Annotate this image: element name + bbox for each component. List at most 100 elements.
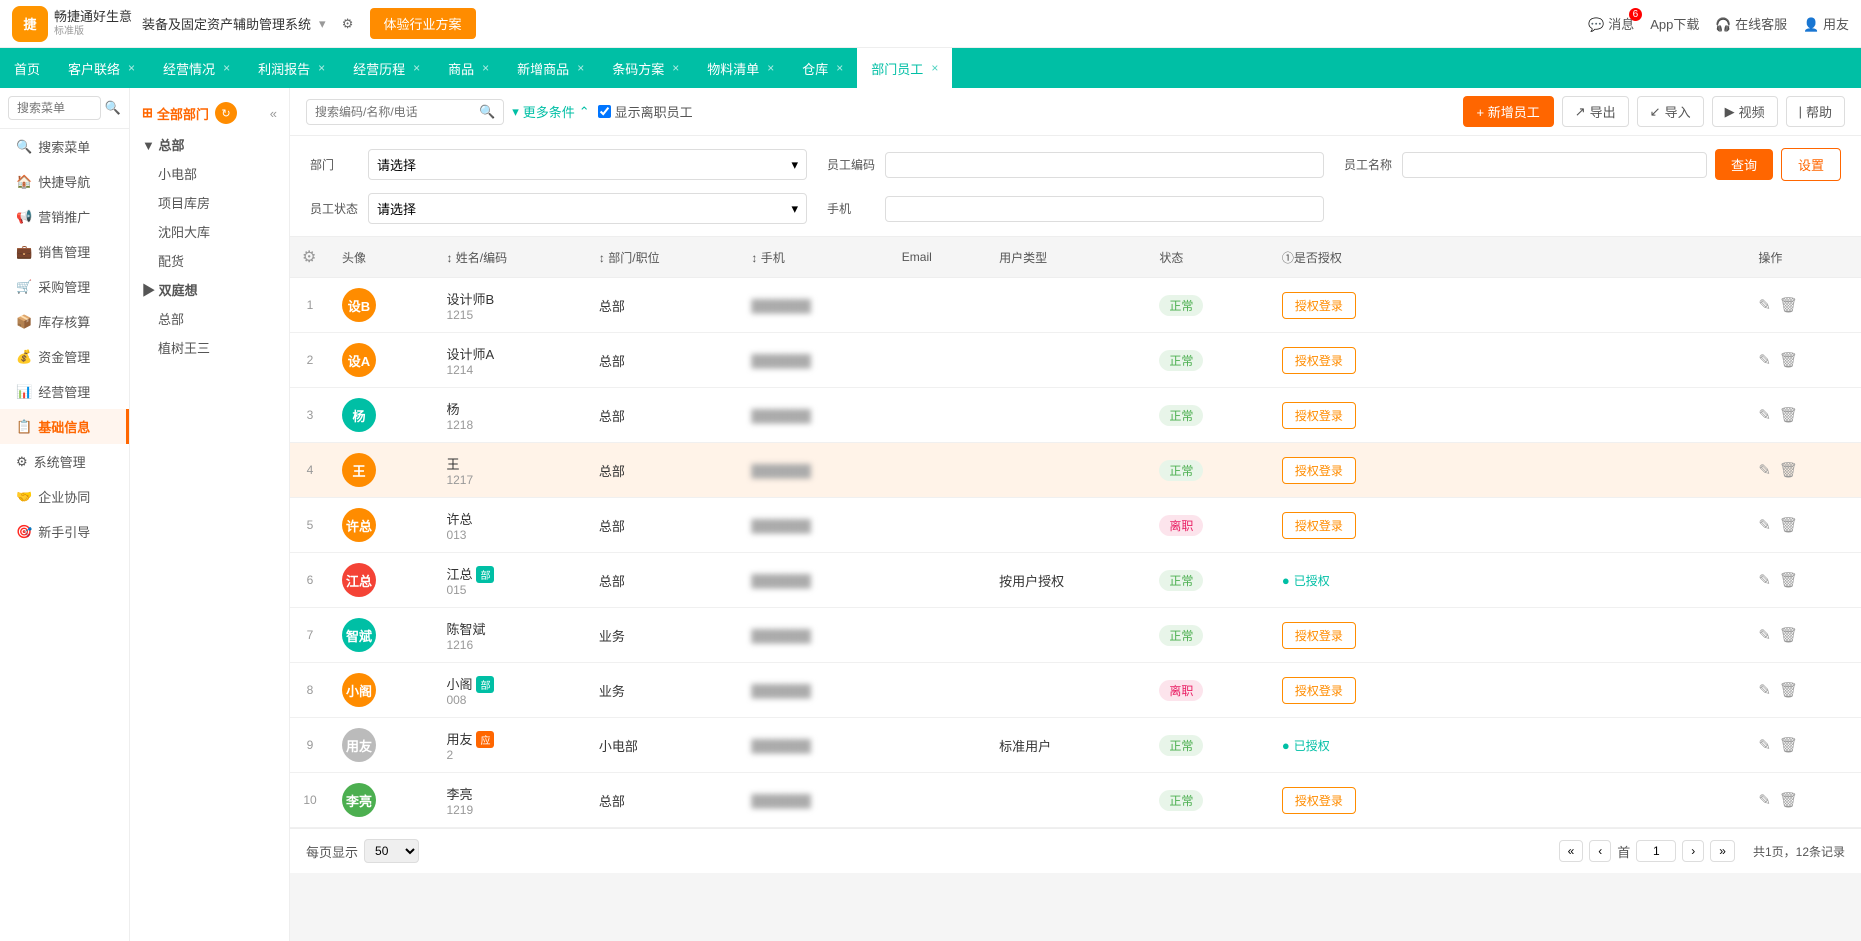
auth-login-btn[interactable]: 授权登录: [1282, 457, 1356, 484]
col-dept-header[interactable]: ↕ 部门/职位: [587, 237, 739, 278]
tab-close-icon[interactable]: ×: [318, 61, 325, 75]
tree-item-zhishuwangsan[interactable]: 植树王三: [130, 333, 289, 362]
sidebar-item-system[interactable]: ⚙系统管理: [0, 444, 129, 479]
tree-item-xiangmukufang[interactable]: 项目库房: [130, 188, 289, 217]
view-button[interactable]: ▶ 视频: [1712, 96, 1778, 127]
dept-refresh-btn[interactable]: ↻: [215, 102, 237, 124]
sidebar-item-inventory[interactable]: 📦库存核算: [0, 304, 129, 339]
sidebar-search-input[interactable]: [8, 96, 101, 120]
delete-icon[interactable]: 🗑: [1779, 736, 1798, 754]
edit-icon[interactable]: ✎: [1758, 461, 1771, 479]
online-service-link[interactable]: 🎧 在线客服: [1715, 14, 1787, 33]
tab-bom[interactable]: 物料清单 ×: [693, 48, 788, 88]
tab-goods[interactable]: 商品 ×: [434, 48, 503, 88]
delete-icon[interactable]: 🗑: [1779, 461, 1798, 479]
dept-filter-select[interactable]: 请选择 ▾: [368, 149, 807, 180]
search-input[interactable]: [315, 105, 475, 119]
tab-add-goods[interactable]: 新增商品 ×: [503, 48, 598, 88]
tab-warehouse[interactable]: 仓库 ×: [788, 48, 857, 88]
sidebar-item-operations[interactable]: 📊经营管理: [0, 374, 129, 409]
show-resigned-checkbox[interactable]: 显示离职员工: [598, 102, 693, 121]
tree-item-shuangtingxiang[interactable]: ▶ 双庭想: [130, 275, 289, 304]
sidebar-item-marketing[interactable]: 📢营销推广: [0, 199, 129, 234]
sidebar-search-icon[interactable]: 🔍: [105, 100, 121, 116]
system-dropdown-icon[interactable]: ▾: [319, 16, 326, 32]
first-page-btn[interactable]: «: [1559, 840, 1584, 862]
delete-icon[interactable]: 🗑: [1779, 681, 1798, 699]
tab-close-icon[interactable]: ×: [223, 61, 230, 75]
help-button[interactable]: | 帮助: [1786, 96, 1845, 127]
delete-icon[interactable]: 🗑: [1779, 626, 1798, 644]
tree-item-shenyangdaku[interactable]: 沈阳大库: [130, 217, 289, 246]
edit-icon[interactable]: ✎: [1758, 791, 1771, 809]
emp-status-select[interactable]: 请选择 ▾: [368, 193, 807, 224]
auth-login-btn[interactable]: 授权登录: [1282, 787, 1356, 814]
auth-login-btn[interactable]: 授权登录: [1282, 512, 1356, 539]
tab-business[interactable]: 经营情况 ×: [149, 48, 244, 88]
last-page-btn[interactable]: »: [1710, 840, 1735, 862]
delete-icon[interactable]: 🗑: [1779, 406, 1798, 424]
emp-code-input[interactable]: [885, 152, 1324, 178]
delete-icon[interactable]: 🗑: [1779, 516, 1798, 534]
tab-profit[interactable]: 利润报告 ×: [244, 48, 339, 88]
tab-close-icon[interactable]: ×: [767, 61, 774, 75]
edit-icon[interactable]: ✎: [1758, 351, 1771, 369]
delete-icon[interactable]: 🗑: [1779, 351, 1798, 369]
sidebar-item-search[interactable]: 🔍搜索菜单: [0, 129, 129, 164]
delete-icon[interactable]: 🗑: [1779, 791, 1798, 809]
edit-icon[interactable]: ✎: [1758, 296, 1771, 314]
sidebar-item-guide[interactable]: 🎯新手引导: [0, 514, 129, 549]
page-size-select[interactable]: 50 100: [364, 839, 419, 863]
settings-button[interactable]: 设置: [1781, 148, 1841, 181]
tab-history[interactable]: 经营历程 ×: [339, 48, 434, 88]
trial-button[interactable]: 体验行业方案: [370, 8, 476, 39]
next-page-btn[interactable]: ›: [1682, 840, 1704, 862]
tab-department[interactable]: 部门员工 ×: [857, 48, 952, 88]
auth-login-btn[interactable]: 授权登录: [1282, 677, 1356, 704]
search-icon[interactable]: 🔍: [479, 104, 495, 120]
edit-icon[interactable]: ✎: [1758, 406, 1771, 424]
tree-item-general[interactable]: ▼ 总部: [130, 130, 289, 159]
app-download-link[interactable]: App下载: [1650, 14, 1699, 33]
prev-page-btn[interactable]: ‹: [1589, 840, 1611, 862]
import-button[interactable]: ↙ 导入: [1637, 96, 1704, 127]
sidebar-item-collab[interactable]: 🤝企业协同: [0, 479, 129, 514]
delete-icon[interactable]: 🗑: [1779, 571, 1798, 589]
sidebar-item-finance[interactable]: 💰资金管理: [0, 339, 129, 374]
tab-close-icon[interactable]: ×: [482, 61, 489, 75]
tree-item-peihuo[interactable]: 配货: [130, 246, 289, 275]
tab-close-icon[interactable]: ×: [836, 61, 843, 75]
phone-input[interactable]: [885, 196, 1324, 222]
col-settings-header[interactable]: ⚙: [290, 237, 330, 278]
edit-icon[interactable]: ✎: [1758, 681, 1771, 699]
auth-login-btn[interactable]: 授权登录: [1282, 347, 1356, 374]
tree-item-xiaodibu[interactable]: 小电部: [130, 159, 289, 188]
sidebar-item-sales[interactable]: 💼销售管理: [0, 234, 129, 269]
edit-icon[interactable]: ✎: [1758, 571, 1771, 589]
edit-icon[interactable]: ✎: [1758, 516, 1771, 534]
col-name-header[interactable]: ↕ 姓名/编码: [434, 237, 586, 278]
auth-login-btn[interactable]: 授权登录: [1282, 622, 1356, 649]
tab-close-icon[interactable]: ×: [577, 61, 584, 75]
tab-close-icon[interactable]: ×: [413, 61, 420, 75]
export-button[interactable]: ↗ 导出: [1562, 96, 1629, 127]
page-input[interactable]: [1636, 840, 1676, 862]
add-employee-button[interactable]: + 新增员工: [1463, 96, 1554, 127]
edit-icon[interactable]: ✎: [1758, 736, 1771, 754]
col-phone-header[interactable]: ↕ 手机: [739, 237, 889, 278]
sidebar-item-purchase[interactable]: 🛒采购管理: [0, 269, 129, 304]
sidebar-item-basic[interactable]: 📋基础信息: [0, 409, 129, 444]
user-menu[interactable]: 👤 用友: [1803, 14, 1849, 33]
delete-icon[interactable]: 🗑: [1779, 296, 1798, 314]
tab-close-icon[interactable]: ×: [128, 61, 135, 75]
edit-icon[interactable]: ✎: [1758, 626, 1771, 644]
tab-customer[interactable]: 客户联络 ×: [54, 48, 149, 88]
tree-item-zongbu[interactable]: 总部: [130, 304, 289, 333]
tab-barcode[interactable]: 条码方案 ×: [598, 48, 693, 88]
settings-icon[interactable]: ⚙: [334, 10, 362, 38]
auth-login-btn[interactable]: 授权登录: [1282, 402, 1356, 429]
all-dept-label[interactable]: ⊞ 全部部门: [142, 104, 209, 123]
more-filter-btn[interactable]: ▾ 更多条件 ⌃: [512, 102, 589, 121]
message-icon[interactable]: 💬 消息 6: [1588, 14, 1634, 33]
tab-close-icon[interactable]: ×: [931, 61, 938, 75]
